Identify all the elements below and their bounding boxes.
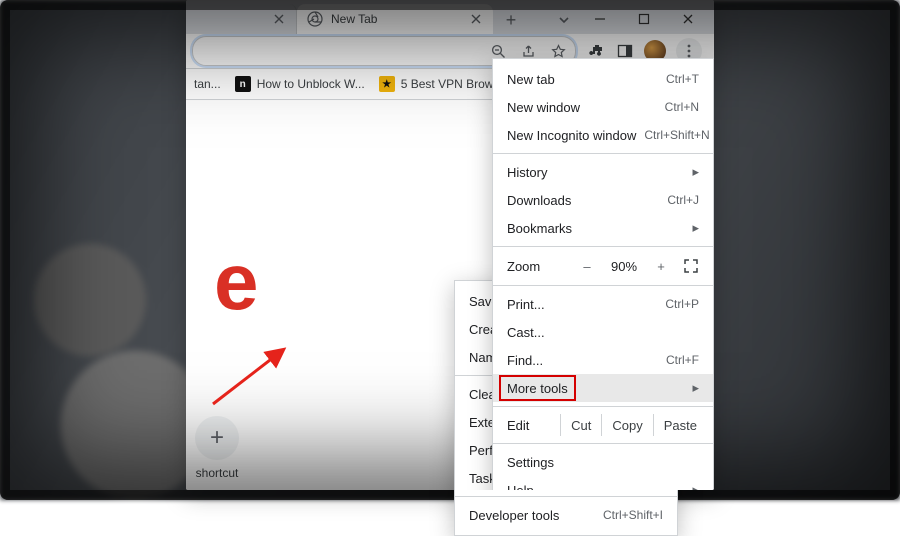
plus-icon: + [195, 416, 239, 460]
menu-separator [455, 496, 677, 497]
bookmark-favicon-icon: ★ [379, 76, 395, 92]
chevron-right-icon: ▸ [692, 164, 699, 180]
background-tab[interactable] [186, 4, 297, 34]
bookmark-item[interactable]: nHow to Unblock W... [235, 76, 365, 92]
menu-item-downloads[interactable]: DownloadsCtrl+J [493, 186, 713, 214]
menu-item-new-window[interactable]: New windowCtrl+N [493, 93, 713, 121]
tab-title: New Tab [331, 12, 461, 26]
chrome-main-menu: New tabCtrl+T New windowCtrl+N New Incog… [492, 58, 714, 490]
browser-window: New Tab + [186, 0, 714, 490]
chevron-right-icon: ▸ [692, 380, 699, 396]
menu-item-cast[interactable]: Cast... [493, 318, 713, 346]
menu-item-bookmarks[interactable]: Bookmarks▸ [493, 214, 713, 242]
edit-copy-button[interactable]: Copy [601, 414, 652, 436]
edit-paste-button[interactable]: Paste [653, 414, 707, 436]
menu-item-zoom: Zoom – 90% + [493, 251, 713, 281]
menu-separator [493, 246, 713, 247]
menu-item-history[interactable]: History▸ [493, 158, 713, 186]
menu-item-incognito[interactable]: New Incognito windowCtrl+Shift+N [493, 121, 713, 149]
close-window-button[interactable] [666, 4, 710, 34]
zoom-out-button[interactable]: – [575, 254, 599, 278]
chevron-right-icon: ▸ [692, 220, 699, 236]
zoom-value: 90% [605, 259, 643, 274]
menu-separator [493, 153, 713, 154]
tab-search-button[interactable] [550, 6, 578, 34]
menu-item-help[interactable]: Help▸ [493, 476, 713, 490]
menu-separator [493, 285, 713, 286]
menu-separator [493, 443, 713, 444]
menu-item-settings[interactable]: Settings [493, 448, 713, 476]
chrome-favicon-icon [307, 11, 323, 27]
menu-item-find[interactable]: Find...Ctrl+F [493, 346, 713, 374]
submenu-item-developer-tools[interactable]: Developer toolsCtrl+Shift+I [455, 501, 677, 529]
bookmark-item[interactable]: tan... [194, 77, 221, 91]
menu-item-edit: Edit Cut Copy Paste [493, 411, 713, 439]
minimize-button[interactable] [578, 4, 622, 34]
close-tab-icon[interactable] [272, 12, 286, 26]
tab-strip: New Tab + [186, 0, 714, 34]
google-logo-fragment: e [214, 242, 259, 322]
add-shortcut-tile[interactable]: + shortcut [186, 416, 252, 480]
maximize-button[interactable] [622, 4, 666, 34]
zoom-in-button[interactable]: + [649, 254, 673, 278]
active-tab[interactable]: New Tab [297, 4, 493, 34]
shortcut-label: shortcut [186, 466, 252, 480]
menu-item-more-tools[interactable]: More tools▸ [493, 374, 713, 402]
fullscreen-button[interactable] [679, 254, 703, 278]
close-tab-icon[interactable] [469, 12, 483, 26]
edit-cut-button[interactable]: Cut [560, 414, 601, 436]
menu-separator [493, 406, 713, 407]
menu-item-new-tab[interactable]: New tabCtrl+T [493, 65, 713, 93]
bookmark-favicon-icon: n [235, 76, 251, 92]
new-tab-button[interactable]: + [497, 6, 525, 34]
window-controls [578, 4, 714, 34]
chevron-right-icon: ▸ [692, 482, 699, 490]
menu-item-print[interactable]: Print...Ctrl+P [493, 290, 713, 318]
